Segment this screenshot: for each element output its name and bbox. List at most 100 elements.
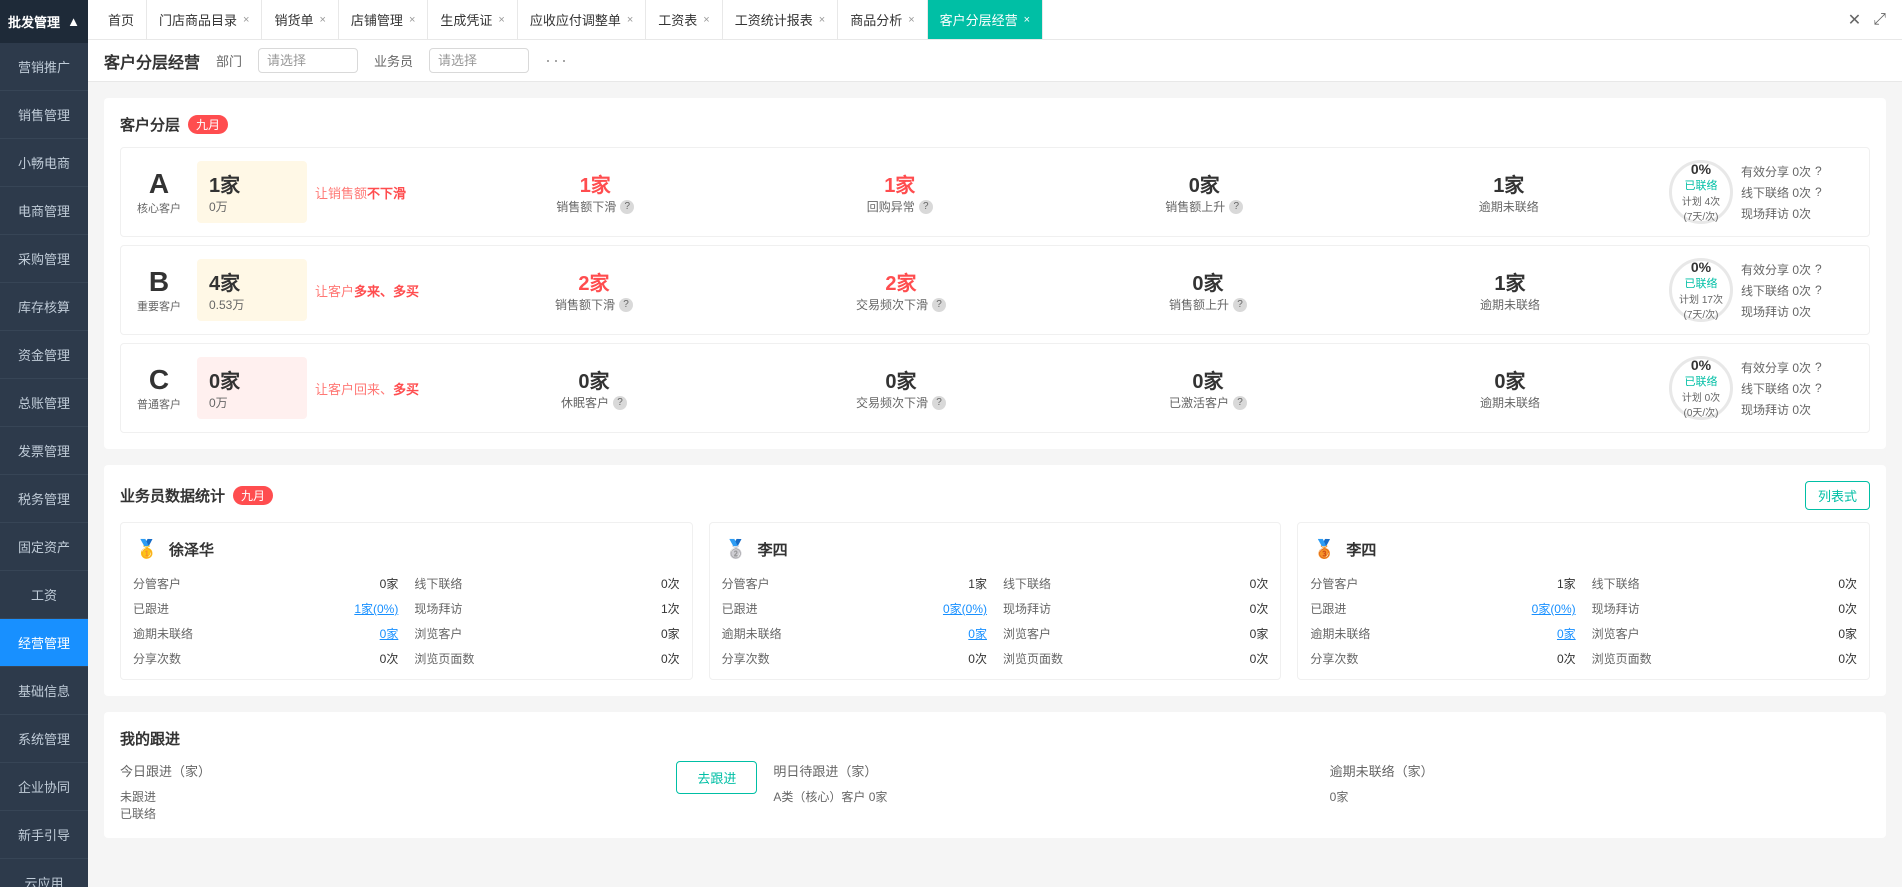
more-options-icon[interactable]: ··· (545, 50, 569, 71)
tier-B-count: 4家 0.53万 (197, 259, 307, 321)
staff-stat-browse-1: 浏览客户 0家 (1003, 625, 1268, 642)
list-view-btn-area: 列表式 (1805, 481, 1870, 510)
tab-product-analysis[interactable]: 商品分析 × (838, 0, 927, 40)
sidebar-item-finance[interactable]: 资金管理 (0, 331, 88, 379)
staff-stat-share-1: 分享次数 0次 (722, 650, 987, 667)
stat-overdue-C[interactable]: 0家 逾期未联络 (1470, 365, 1550, 411)
sidebar-item-tax[interactable]: 税务管理 (0, 475, 88, 523)
stat-overdue-B[interactable]: 1家 逾期未联络 (1470, 267, 1550, 313)
sidebar-item-invoice[interactable]: 发票管理 (0, 427, 88, 475)
staff-grid: 🥇 徐泽华 分管客户 0家 线下联络 0次 已跟进 (120, 522, 1870, 680)
tab-sales-order[interactable]: 销货单 × (262, 0, 338, 40)
follow-section: 我的跟进 今日跟进（家） 未跟进 已联络 去跟进 明日待跟进（家） A类（核心）… (104, 712, 1886, 838)
stat-sales-rise-B[interactable]: 0家 销售额上升 ? (1168, 267, 1248, 313)
staff-card-0: 🥇 徐泽华 分管客户 0家 线下联络 0次 已跟进 (120, 522, 693, 680)
tab-store-manage[interactable]: 店铺管理 × (339, 0, 428, 40)
staff-select[interactable]: 请选择 (429, 48, 529, 73)
staff-name-0: 徐泽华 (169, 539, 214, 560)
staff-stat-browse-2: 浏览客户 0家 (1592, 625, 1857, 642)
sidebar: 批发管理 ▲ 营销推广 销售管理 小畅电商 电商管理 采购管理 库存核算 资金管… (0, 0, 88, 887)
tier-A-action: 让销售额不下滑 (315, 183, 435, 202)
sidebar-item-sales[interactable]: 销售管理 (0, 91, 88, 139)
staff-stat-offline-1: 线下联络 0次 (1003, 575, 1268, 592)
sidebar-item-payroll[interactable]: 工资 (0, 571, 88, 619)
tier-A-label: A 核心客户 (129, 168, 189, 216)
list-view-button[interactable]: 列表式 (1805, 481, 1870, 510)
staff-stats-section: 业务员数据统计 九月 列表式 🥇 徐泽华 分管客户 0家 (104, 465, 1886, 696)
sidebar-header[interactable]: 批发管理 ▲ (0, 0, 88, 43)
staff-stat-overdue-2: 逾期未联络 0家 (1310, 625, 1575, 642)
tab-close-sales-order[interactable]: × (319, 14, 325, 26)
tomorrow-follow-title: 明日待跟进（家） (773, 761, 1313, 780)
staff-stat-page-2: 浏览页面数 0次 (1592, 650, 1857, 667)
sidebar-item-assets[interactable]: 固定资产 (0, 523, 88, 571)
stat-repurchase-A[interactable]: 1家 回购异常 ? (860, 169, 940, 215)
sidebar-collapse-icon[interactable]: ▲ (67, 14, 80, 29)
close-all-icon[interactable]: ✕ (1848, 10, 1861, 30)
sidebar-item-inventory[interactable]: 库存核算 (0, 283, 88, 331)
tier-A-stats: 1家 销售额下滑 ? 1家 回购异常 ? 0家 销售额上升 ? 1家 (443, 169, 1661, 215)
sidebar-item-ecommerce[interactable]: 电商管理 (0, 187, 88, 235)
dept-select[interactable]: 请选择 (258, 48, 358, 73)
go-follow-button[interactable]: 去跟进 (676, 761, 757, 794)
tab-actions: ✕ ⤢ (1840, 10, 1894, 30)
tab-payroll-report[interactable]: 工资统计报表 × (723, 0, 838, 40)
tab-ar-ap[interactable]: 应收应付调整单 × (518, 0, 646, 40)
stat-activated-C[interactable]: 0家 已激活客户 ? (1168, 365, 1248, 411)
sidebar-title: 批发管理 (8, 12, 60, 31)
staff-stat-page-0: 浏览页面数 0次 (414, 650, 679, 667)
sidebar-item-basic-info[interactable]: 基础信息 (0, 667, 88, 715)
tier-C-action: 让客户回来、多买 (315, 379, 435, 398)
stat-overdue-A[interactable]: 1家 逾期未联络 (1469, 169, 1549, 215)
tab-customer-tier[interactable]: 客户分层经营 × (928, 0, 1043, 40)
sidebar-item-system[interactable]: 系统管理 (0, 715, 88, 763)
tab-close-ar-ap[interactable]: × (627, 14, 633, 26)
tier-B-stats: 2家 销售额下滑 ? 2家 交易频次下滑 ? 0家 销售额上升 ? 1家 (443, 267, 1661, 313)
tier-B-action: 让客户多来、多买 (315, 281, 435, 300)
tomorrow-follow-block: 明日待跟进（家） A类（核心）客户 0家 (773, 761, 1313, 805)
tier-A-count: 1家 0万 (197, 161, 307, 223)
tab-close-voucher[interactable]: × (498, 14, 504, 26)
stat-sales-rise-A[interactable]: 0家 销售额上升 ? (1164, 169, 1244, 215)
staff-stats-badge: 九月 (233, 486, 273, 505)
tab-voucher[interactable]: 生成凭证 × (428, 0, 517, 40)
sidebar-item-cloud[interactable]: 云应用 (0, 859, 88, 887)
tab-payslip[interactable]: 工资表 × (646, 0, 722, 40)
tab-home[interactable]: 首页 (96, 0, 147, 40)
staff-medal-2: 🥉 (1310, 535, 1338, 563)
sidebar-item-purchase[interactable]: 采购管理 (0, 235, 88, 283)
stat-sales-drop-A[interactable]: 1家 销售额下滑 ? (555, 169, 635, 215)
staff-stats-grid-0: 分管客户 0家 线下联络 0次 已跟进 1家(0%) 现场拜访 (133, 575, 680, 667)
tier-C-label: C 普通客户 (129, 364, 189, 412)
staff-stat-managed-2: 分管客户 1家 (1310, 575, 1575, 592)
staff-label: 业务员 (374, 51, 413, 70)
staff-stat-visit-0: 现场拜访 1次 (414, 600, 679, 617)
tab-store-products[interactable]: 门店商品目录 × (147, 0, 262, 40)
tab-close-customer-tier[interactable]: × (1024, 14, 1030, 26)
sidebar-item-collab[interactable]: 企业协同 (0, 763, 88, 811)
tab-close-store-products[interactable]: × (243, 14, 249, 26)
stat-freq-drop-B[interactable]: 2家 交易频次下滑 ? (856, 267, 946, 313)
staff-stat-followed-2: 已跟进 0家(0%) (1310, 600, 1575, 617)
tab-close-product-analysis[interactable]: × (908, 14, 914, 26)
sidebar-item-ecommerce-small[interactable]: 小畅电商 (0, 139, 88, 187)
sidebar-item-marketing[interactable]: 营销推广 (0, 43, 88, 91)
staff-stat-share-0: 分享次数 0次 (133, 650, 398, 667)
today-follow-block: 今日跟进（家） 未跟进 已联络 (120, 761, 660, 822)
sidebar-item-ledger[interactable]: 总账管理 (0, 379, 88, 427)
stat-freq-drop-C[interactable]: 0家 交易频次下滑 ? (856, 365, 946, 411)
staff-stat-followed-1: 已跟进 0家(0%) (722, 600, 987, 617)
tab-close-payroll-report[interactable]: × (819, 14, 825, 26)
tier-C-circle: 0% 已联络 计划 0次 (0天/次) (1669, 356, 1733, 420)
sidebar-item-management[interactable]: 经营管理 (0, 619, 88, 667)
staff-stat-share-2: 分享次数 0次 (1310, 650, 1575, 667)
tab-close-store-manage[interactable]: × (409, 14, 415, 26)
dept-label: 部门 (216, 51, 242, 70)
stat-dormant-C[interactable]: 0家 休眠客户 ? (554, 365, 634, 411)
sidebar-item-guide[interactable]: 新手引导 (0, 811, 88, 859)
expand-icon[interactable]: ⤢ (1873, 11, 1886, 29)
customer-tier-title: 客户分层 (120, 114, 180, 135)
stat-sales-drop-B[interactable]: 2家 销售额下滑 ? (554, 267, 634, 313)
tab-close-payslip[interactable]: × (703, 14, 709, 26)
staff-stat-browse-0: 浏览客户 0家 (414, 625, 679, 642)
